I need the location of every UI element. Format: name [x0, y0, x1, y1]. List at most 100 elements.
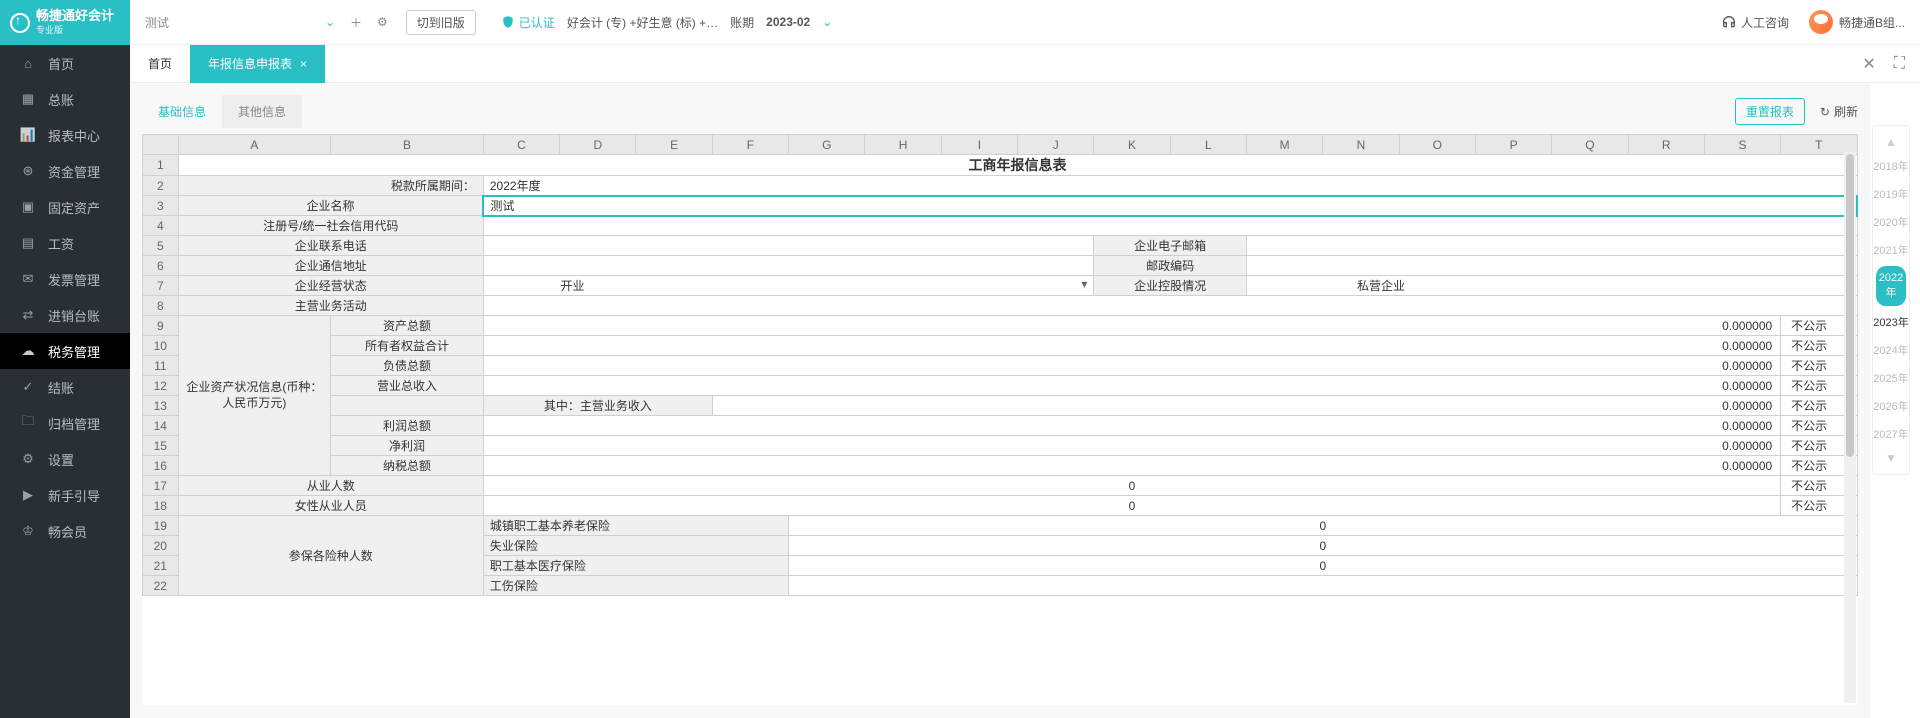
col-header-C[interactable]: C [483, 135, 559, 155]
sub-tab-基础信息[interactable]: 基础信息 [142, 95, 222, 128]
reg-label-cell[interactable]: 注册号/统一社会信用代码 [178, 216, 483, 236]
row-header-15[interactable]: 15 [143, 436, 179, 456]
nav-item-archive[interactable]: 🗀归档管理 [0, 405, 130, 441]
logo[interactable]: 畅捷通好会计 专业版 [0, 0, 130, 45]
reg-value-cell[interactable] [483, 216, 1857, 236]
spreadsheet[interactable]: ABCDEFGHIJKLMNOPQRST1工商年报信息表2税款所属期间：2022… [142, 134, 1858, 705]
row-header-11[interactable]: 11 [143, 356, 179, 376]
col-header-S[interactable]: S [1704, 135, 1780, 155]
col-header-B[interactable]: B [331, 135, 484, 155]
row-header-17[interactable]: 17 [143, 476, 179, 496]
holding-select[interactable]: 私营企业 [1246, 276, 1857, 296]
year-up-icon[interactable]: ▲ [1873, 132, 1909, 152]
nav-item-funds[interactable]: ⊛资金管理 [0, 153, 130, 189]
year-2022年[interactable]: 2022年 [1876, 266, 1906, 306]
col-header-N[interactable]: N [1323, 135, 1399, 155]
company-value-cell[interactable]: 测试 [483, 196, 1857, 216]
row-header-10[interactable]: 10 [143, 336, 179, 356]
row-header-16[interactable]: 16 [143, 456, 179, 476]
row-header-6[interactable]: 6 [143, 256, 179, 276]
col-header-O[interactable]: O [1399, 135, 1475, 155]
col-header-I[interactable]: I [941, 135, 1017, 155]
col-header-G[interactable]: G [789, 135, 865, 155]
col-header-R[interactable]: R [1628, 135, 1704, 155]
insurance-section-label[interactable]: 参保各险种人数 [178, 516, 483, 596]
row-header-2[interactable]: 2 [143, 176, 179, 196]
col-header-L[interactable]: L [1170, 135, 1246, 155]
row-header-3[interactable]: 3 [143, 196, 179, 216]
close-all-tabs-icon[interactable]: ✕ [1862, 54, 1875, 74]
row-header-12[interactable]: 12 [143, 376, 179, 396]
row-header-21[interactable]: 21 [143, 556, 179, 576]
reset-report-button[interactable]: 重置报表 [1735, 98, 1805, 125]
row-header-7[interactable]: 7 [143, 276, 179, 296]
row-header-20[interactable]: 20 [143, 536, 179, 556]
period-value-cell[interactable]: 2022年度 [483, 176, 1857, 196]
period-value[interactable]: 2023-02 [766, 15, 810, 29]
year-2026年[interactable]: 2026年 [1873, 392, 1909, 420]
nav-item-reports[interactable]: 📊报表中心 [0, 117, 130, 153]
row-header-1[interactable]: 1 [143, 155, 179, 176]
user-name[interactable]: 畅捷通B组... [1839, 14, 1905, 31]
col-header-A[interactable]: A [178, 135, 331, 155]
year-down-icon[interactable]: ▼ [1873, 448, 1909, 468]
row-header-18[interactable]: 18 [143, 496, 179, 516]
nav-item-tax[interactable]: ☁税务管理 [0, 333, 130, 369]
switch-old-version-button[interactable]: 切到旧版 [406, 10, 476, 35]
nav-item-guide[interactable]: ▶新手引导 [0, 477, 130, 513]
nav-item-salary[interactable]: ▤工资 [0, 225, 130, 261]
year-2025年[interactable]: 2025年 [1873, 364, 1909, 392]
row-header-19[interactable]: 19 [143, 516, 179, 536]
col-header-F[interactable]: F [712, 135, 788, 155]
nav-item-assets[interactable]: ▣固定资产 [0, 189, 130, 225]
sub-tab-其他信息[interactable]: 其他信息 [222, 95, 302, 128]
row-header-13[interactable]: 13 [143, 396, 179, 416]
year-2027年[interactable]: 2027年 [1873, 420, 1909, 448]
col-header-E[interactable]: E [636, 135, 712, 155]
fullscreen-icon[interactable]: ⛶ [1894, 55, 1905, 73]
nav-item-settings[interactable]: ⚙设置 [0, 441, 130, 477]
row-header-14[interactable]: 14 [143, 416, 179, 436]
tab-年报信息申报表[interactable]: 年报信息申报表× [190, 45, 325, 83]
company-label-cell[interactable]: 企业名称 [178, 196, 483, 216]
sheet-title[interactable]: 工商年报信息表 [178, 155, 1857, 176]
year-2023年[interactable]: 2023年 [1873, 308, 1909, 336]
nav-item-close[interactable]: ✓结账 [0, 369, 130, 405]
add-icon[interactable]: ＋ [350, 14, 362, 31]
nav-item-invoice[interactable]: ✉发票管理 [0, 261, 130, 297]
col-header-D[interactable]: D [560, 135, 636, 155]
year-2021年[interactable]: 2021年 [1873, 236, 1909, 264]
tab-close-icon[interactable]: × [300, 57, 307, 71]
asset-section-label[interactable]: 企业资产状况信息(币种：人民币万元) [178, 316, 331, 476]
tab-首页[interactable]: 首页 [130, 45, 190, 83]
row-header-5[interactable]: 5 [143, 236, 179, 256]
gear-icon[interactable]: ⚙ [377, 15, 388, 29]
year-2018年[interactable]: 2018年 [1873, 152, 1909, 180]
corner-cell[interactable] [143, 135, 179, 155]
period-dropdown-icon[interactable]: ⌄ [822, 15, 832, 29]
vertical-scrollbar[interactable] [1844, 152, 1856, 703]
col-header-Q[interactable]: Q [1552, 135, 1628, 155]
row-header-4[interactable]: 4 [143, 216, 179, 236]
nav-item-inventory[interactable]: ⇄进销台账 [0, 297, 130, 333]
row-header-8[interactable]: 8 [143, 296, 179, 316]
avatar[interactable] [1809, 10, 1833, 34]
nav-item-home[interactable]: ⌂首页 [0, 45, 130, 81]
nav-item-member[interactable]: ♔畅会员 [0, 513, 130, 549]
period-label-cell[interactable]: 税款所属期间： [178, 176, 483, 196]
nav-item-ledger[interactable]: ▦总账 [0, 81, 130, 117]
year-2020年[interactable]: 2020年 [1873, 208, 1909, 236]
year-2024年[interactable]: 2024年 [1873, 336, 1909, 364]
col-header-H[interactable]: H [865, 135, 941, 155]
row-header-9[interactable]: 9 [143, 316, 179, 336]
customer-service-button[interactable]: 人工咨询 [1721, 14, 1789, 31]
year-2019年[interactable]: 2019年 [1873, 180, 1909, 208]
business-status-select[interactable]: 开业 [483, 276, 1094, 296]
refresh-button[interactable]: ↻ 刷新 [1820, 103, 1858, 120]
company-selector[interactable]: 测试 ⌄ [145, 14, 335, 31]
row-header-22[interactable]: 22 [143, 576, 179, 596]
col-header-M[interactable]: M [1246, 135, 1322, 155]
col-header-K[interactable]: K [1094, 135, 1170, 155]
col-header-P[interactable]: P [1475, 135, 1551, 155]
col-header-J[interactable]: J [1018, 135, 1094, 155]
